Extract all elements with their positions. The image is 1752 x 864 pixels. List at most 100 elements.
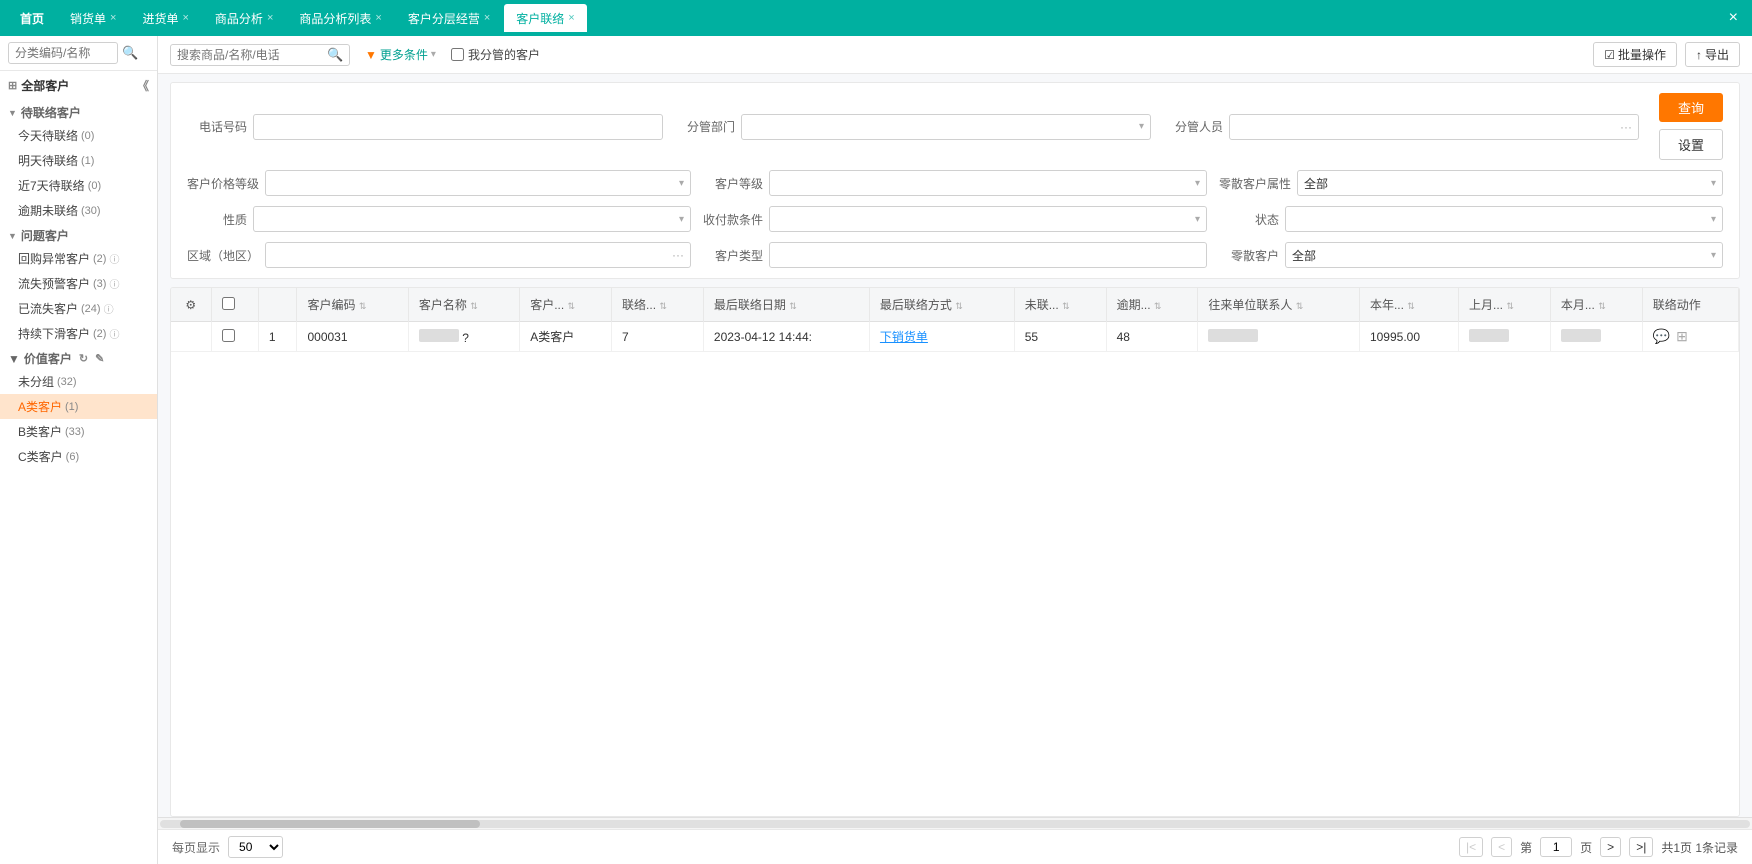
sidebar-item-b-class[interactable]: B类客户 (33) — [0, 419, 157, 444]
col-this-year[interactable]: 本年... ⇅ — [1359, 288, 1458, 322]
page-input[interactable] — [1540, 837, 1572, 857]
select-all-checkbox[interactable] — [222, 297, 235, 310]
sidebar-item-ungrouped[interactable]: 未分组 (32) — [0, 369, 157, 394]
row-last-method-cell[interactable]: 下销货单 — [869, 322, 1014, 352]
settings-button[interactable]: 设置 — [1659, 129, 1723, 160]
sidebar-item-a-class[interactable]: A类客户 (1) — [0, 394, 157, 419]
tab-sales-close[interactable]: × — [110, 12, 116, 24]
tab-goods-analysis[interactable]: 商品分析 × — [203, 4, 285, 32]
payment-label: 收付款条件 — [703, 211, 763, 228]
repurchase-info-icon[interactable]: ⓘ — [109, 251, 119, 266]
churn-info-icon[interactable]: ⓘ — [109, 276, 119, 291]
tab-customer-segment-close[interactable]: × — [484, 12, 490, 24]
col-category[interactable]: 客户... ⇅ — [520, 288, 612, 322]
week-label: 近7天待联络 — [18, 177, 85, 194]
col-checkbox[interactable] — [211, 288, 258, 322]
region-input[interactable]: ··· — [265, 242, 691, 268]
tab-home[interactable]: 首页 — [8, 4, 56, 32]
sidebar-item-c-class[interactable]: C类客户 (6) — [0, 444, 157, 469]
problem-customers-group[interactable]: ▼ 问题客户 — [0, 223, 157, 246]
sidebar-item-today[interactable]: 今天待联络 (0) — [0, 123, 157, 148]
declining-info-icon[interactable]: ⓘ — [109, 326, 119, 341]
tab-customer-contact-close[interactable]: × — [568, 12, 574, 24]
tab-goods-analysis-list-close[interactable]: × — [375, 12, 381, 24]
horizontal-scrollbar[interactable] — [158, 817, 1752, 829]
link-icon[interactable]: ⊞ — [1676, 328, 1688, 345]
refresh-icon[interactable]: ↻ — [79, 352, 88, 365]
sidebar-item-churn[interactable]: 流失预警客户 (3) ⓘ — [0, 271, 157, 296]
week-count: (0) — [88, 180, 101, 192]
sidebar-item-declining[interactable]: 持续下滑客户 (2) ⓘ — [0, 321, 157, 346]
row-checkbox[interactable] — [222, 329, 235, 342]
scrollbar-thumb[interactable] — [180, 820, 480, 828]
next-page-button[interactable]: > — [1600, 837, 1621, 857]
price-grade-select[interactable]: ▾ — [265, 170, 691, 196]
batch-button[interactable]: ☑ 批量操作 — [1593, 42, 1677, 67]
filter-funnel-icon: ▼ — [365, 48, 377, 62]
toolbar-search-icon[interactable]: 🔍 — [327, 47, 343, 63]
col-company-contact[interactable]: 往来单位联系人 ⇅ — [1198, 288, 1360, 322]
status-select[interactable]: ▾ — [1285, 206, 1723, 232]
sidebar-search-icon[interactable]: 🔍 — [122, 45, 138, 61]
sidebar-item-lost[interactable]: 已流失客户 (24) ⓘ — [0, 296, 157, 321]
sort-code-icon: ⇅ — [359, 301, 367, 311]
person-input[interactable]: ··· — [1229, 114, 1639, 140]
tab-sales[interactable]: 销货单 × — [58, 4, 128, 32]
query-button[interactable]: 查询 — [1659, 93, 1723, 122]
retail-attr-select[interactable]: 全部 ▾ — [1297, 170, 1723, 196]
last-method-link[interactable]: 下销货单 — [880, 330, 928, 344]
my-customer-checkbox[interactable] — [451, 48, 464, 61]
col-settings[interactable]: ⚙ — [171, 288, 211, 322]
col-last-contact-date[interactable]: 最后联络日期 ⇅ — [703, 288, 869, 322]
first-page-button[interactable]: |< — [1459, 837, 1483, 857]
prev-page-button[interactable]: < — [1491, 837, 1512, 857]
row-settings-cell — [171, 322, 211, 352]
filter-button[interactable]: ▼ 更多条件 ▾ — [358, 43, 443, 66]
col-code[interactable]: 客户编码 ⇅ — [297, 288, 408, 322]
value-customers-group[interactable]: ▼ 价值客户 ↻ ✎ — [0, 346, 157, 369]
message-icon[interactable]: 💬 — [1653, 328, 1670, 345]
col-this-month[interactable]: 本月... ⇅ — [1550, 288, 1642, 322]
region-dots-icon[interactable]: ··· — [672, 248, 684, 262]
col-overdue[interactable]: 逾期... ⇅ — [1106, 288, 1198, 322]
col-contact[interactable]: 联络... ⇅ — [612, 288, 704, 322]
col-last-month[interactable]: 上月... ⇅ — [1459, 288, 1551, 322]
edit-icon[interactable]: ✎ — [95, 352, 104, 365]
tab-goods-analysis-list[interactable]: 商品分析列表 × — [287, 4, 393, 32]
payment-select[interactable]: ▾ — [769, 206, 1207, 232]
filter-person: 分管人员 ··· — [1163, 114, 1639, 140]
sidebar-item-week[interactable]: 近7天待联络 (0) — [0, 173, 157, 198]
phone-input[interactable] — [253, 114, 663, 140]
pending-contact-group[interactable]: ▼ 待联络客户 — [0, 100, 157, 123]
row-checkbox-cell[interactable] — [211, 322, 258, 352]
col-no-contact[interactable]: 未联... ⇅ — [1014, 288, 1106, 322]
person-dots-icon[interactable]: ··· — [1620, 120, 1632, 134]
customer-type-input[interactable] — [769, 242, 1207, 268]
my-customer-check[interactable]: 我分管的客户 — [451, 46, 540, 63]
sidebar-item-repurchase[interactable]: 回购异常客户 (2) ⓘ — [0, 246, 157, 271]
retail-select[interactable]: 全部 ▾ — [1285, 242, 1723, 268]
overdue-count: (30) — [81, 205, 101, 217]
tab-goods-analysis-close[interactable]: × — [267, 12, 273, 24]
sidebar-item-overdue[interactable]: 逾期未联络 (30) — [0, 198, 157, 223]
last-page-button[interactable]: >| — [1629, 837, 1653, 857]
customer-grade-select[interactable]: ▾ — [769, 170, 1207, 196]
col-name[interactable]: 客户名称 ⇅ — [408, 288, 519, 322]
lost-info-icon[interactable]: ⓘ — [104, 301, 114, 316]
col-last-contact-method[interactable]: 最后联络方式 ⇅ — [869, 288, 1014, 322]
dept-select[interactable]: ▾ — [741, 114, 1151, 140]
tab-customer-segment[interactable]: 客户分层经营 × — [396, 4, 502, 32]
tab-customer-contact[interactable]: 客户联络 × — [504, 4, 586, 32]
sidebar-collapse-icon[interactable]: 《 — [137, 77, 149, 94]
tab-purchase[interactable]: 进货单 × — [130, 4, 200, 32]
per-page-select[interactable]: 50 100 200 — [228, 836, 283, 858]
close-all-button[interactable]: × — [1723, 9, 1744, 27]
retail-value: 全部 — [1292, 247, 1316, 264]
export-button[interactable]: ↑ 导出 — [1685, 42, 1740, 67]
sidebar-item-tomorrow[interactable]: 明天待联络 (1) — [0, 148, 157, 173]
sidebar-search-input[interactable] — [8, 42, 118, 64]
nature-select[interactable]: ▾ — [253, 206, 691, 232]
tab-purchase-close[interactable]: × — [182, 12, 188, 24]
all-customers-header[interactable]: ⊞ 全部客户 《 — [0, 71, 157, 100]
toolbar-search-input[interactable] — [177, 48, 327, 62]
